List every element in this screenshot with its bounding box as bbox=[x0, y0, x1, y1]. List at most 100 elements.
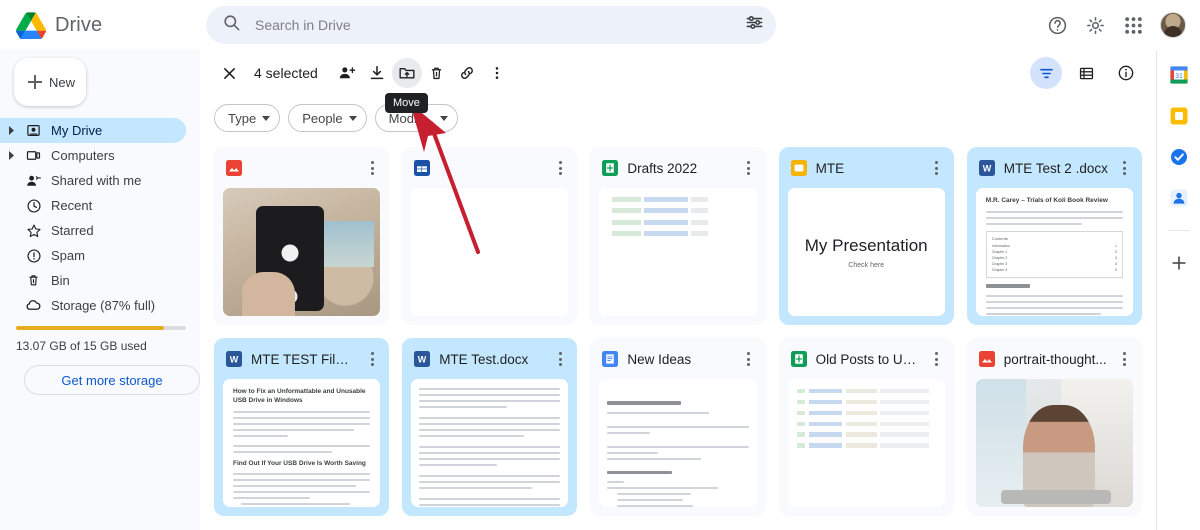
file-more-icon[interactable] bbox=[741, 352, 757, 366]
file-more-icon[interactable] bbox=[1117, 161, 1133, 175]
sidebar: New My Drive Computers Shared with me Re… bbox=[0, 50, 200, 530]
sidebar-item-my-drive[interactable]: My Drive bbox=[0, 118, 186, 143]
file-card[interactable]: Drafts 2022 bbox=[590, 147, 766, 325]
rail-divider bbox=[1167, 230, 1190, 231]
filter-chips: Type People Modifi... bbox=[200, 96, 1156, 140]
file-more-icon[interactable] bbox=[552, 161, 568, 175]
file-more-icon[interactable] bbox=[552, 352, 568, 366]
google-keep-icon[interactable] bbox=[1168, 105, 1190, 127]
sidebar-item-storage[interactable]: Storage (87% full) bbox=[0, 293, 186, 318]
help-icon[interactable] bbox=[1046, 14, 1068, 36]
file-name: MTE TEST File.d... bbox=[251, 351, 356, 367]
image-file-icon bbox=[226, 160, 242, 176]
sidebar-item-spam[interactable]: Spam bbox=[0, 243, 186, 268]
file-card[interactable]: portrait-thought... bbox=[966, 338, 1142, 516]
sidebar-item-recent[interactable]: Recent bbox=[0, 193, 186, 218]
google-tasks-icon[interactable] bbox=[1168, 146, 1190, 168]
file-thumbnail bbox=[975, 379, 1133, 507]
file-thumbnail bbox=[223, 188, 381, 316]
trash-icon[interactable] bbox=[422, 58, 452, 88]
chevron-right-icon[interactable] bbox=[6, 151, 16, 160]
google-contacts-icon[interactable] bbox=[1168, 187, 1190, 209]
chip-label: People bbox=[302, 110, 343, 126]
storage-bar-fill bbox=[16, 326, 164, 330]
file-card-header: W MTE Test.docx bbox=[403, 339, 576, 379]
gear-icon[interactable] bbox=[1084, 14, 1106, 36]
filter-icon[interactable] bbox=[1030, 57, 1062, 89]
new-button[interactable]: New bbox=[14, 58, 86, 106]
sheets-file-icon bbox=[790, 351, 807, 367]
file-thumbnail: How to Fix an Unformattable and Unusable… bbox=[223, 379, 381, 507]
add-app-icon[interactable] bbox=[1168, 252, 1190, 274]
main-content: 4 selected Type People Modifi... Drafts … bbox=[200, 50, 1156, 530]
my-drive-icon bbox=[25, 123, 42, 138]
sidebar-item-shared-with-me[interactable]: Shared with me bbox=[0, 168, 186, 193]
sidebar-nav: My Drive Computers Shared with me Recent… bbox=[0, 118, 200, 318]
file-card[interactable]: New Ideas bbox=[590, 338, 766, 516]
shared-icon bbox=[25, 173, 42, 189]
link-icon[interactable] bbox=[452, 58, 482, 88]
sidebar-item-starred[interactable]: Starred bbox=[0, 218, 186, 243]
info-icon[interactable] bbox=[1110, 57, 1142, 89]
search-bar[interactable] bbox=[206, 6, 776, 44]
filter-chip-people[interactable]: People bbox=[288, 104, 367, 132]
thumbnail-image bbox=[975, 379, 1133, 507]
sheets-file-icon bbox=[602, 160, 619, 176]
file-card[interactable] bbox=[214, 147, 390, 325]
file-card[interactable]: W MTE Test.docx bbox=[402, 338, 578, 516]
file-card[interactable]: Old Posts to Upd... bbox=[778, 338, 954, 516]
get-more-storage-button[interactable]: Get more storage bbox=[24, 365, 200, 395]
thumbnail-sheet bbox=[611, 196, 709, 237]
file-grid-scroll[interactable]: Drafts 2022 MTE My Presentation Check he… bbox=[200, 140, 1156, 530]
file-thumbnail: My Presentation Check here bbox=[787, 188, 945, 316]
file-more-icon[interactable] bbox=[929, 352, 945, 366]
plus-icon bbox=[28, 75, 42, 89]
side-panel-rail: 31 bbox=[1156, 50, 1200, 530]
word-file-icon: W bbox=[226, 351, 242, 367]
sidebar-item-label: Computers bbox=[51, 148, 115, 163]
file-thumbnail bbox=[411, 379, 569, 507]
apps-grid-icon[interactable] bbox=[1122, 14, 1144, 36]
chevron-down-icon bbox=[262, 115, 271, 121]
file-more-icon[interactable] bbox=[929, 161, 945, 175]
brand-name: Drive bbox=[55, 13, 103, 36]
move-icon[interactable] bbox=[391, 58, 422, 88]
sidebar-item-label: Spam bbox=[51, 248, 85, 263]
slides-file-icon bbox=[790, 160, 807, 176]
brand[interactable]: Drive bbox=[0, 11, 200, 39]
file-more-icon[interactable] bbox=[364, 161, 380, 175]
sidebar-item-bin[interactable]: Bin bbox=[0, 268, 186, 293]
avatar[interactable] bbox=[1160, 12, 1186, 38]
search-options-icon[interactable] bbox=[745, 13, 764, 37]
clock-icon bbox=[25, 198, 42, 214]
file-card[interactable]: W MTE Test 2 .docx M.R. Carey – Trials o… bbox=[966, 147, 1142, 325]
word-file-icon: W bbox=[414, 351, 431, 367]
file-more-icon[interactable] bbox=[364, 352, 380, 366]
filter-chip-modified[interactable]: Modifi... bbox=[374, 104, 459, 132]
doc-box-title: Contents bbox=[991, 235, 1008, 241]
drive-logo-icon bbox=[16, 11, 47, 39]
drive-app: Drive Search in Drive New My Drive Compu… bbox=[0, 0, 1200, 530]
search-input[interactable] bbox=[255, 17, 731, 33]
chevron-down-icon bbox=[348, 115, 357, 121]
file-more-icon[interactable] bbox=[1117, 352, 1133, 366]
google-calendar-icon[interactable]: 31 bbox=[1168, 64, 1190, 86]
chevron-right-icon[interactable] bbox=[6, 126, 16, 135]
file-card[interactable] bbox=[402, 147, 578, 325]
share-icon[interactable] bbox=[332, 58, 362, 88]
more-icon[interactable] bbox=[482, 58, 512, 88]
file-card-header bbox=[215, 148, 388, 188]
file-card-header: Old Posts to Upd... bbox=[780, 339, 953, 379]
spam-icon bbox=[25, 248, 42, 264]
file-card[interactable]: W MTE TEST File.d... How to Fix an Unfor… bbox=[214, 338, 390, 516]
filter-chip-type[interactable]: Type bbox=[214, 104, 281, 132]
sidebar-item-computers[interactable]: Computers bbox=[0, 143, 186, 168]
download-icon[interactable] bbox=[362, 58, 392, 88]
list-view-icon[interactable] bbox=[1070, 57, 1102, 89]
cloud-icon bbox=[25, 297, 42, 314]
close-selection-icon[interactable] bbox=[214, 58, 244, 88]
file-card[interactable]: MTE My Presentation Check here bbox=[778, 147, 954, 325]
file-more-icon[interactable] bbox=[741, 161, 757, 175]
doc-subheading: Find Out If Your USB Drive Is Worth Savi… bbox=[233, 459, 366, 467]
file-card-header: W MTE Test 2 .docx bbox=[968, 148, 1141, 188]
